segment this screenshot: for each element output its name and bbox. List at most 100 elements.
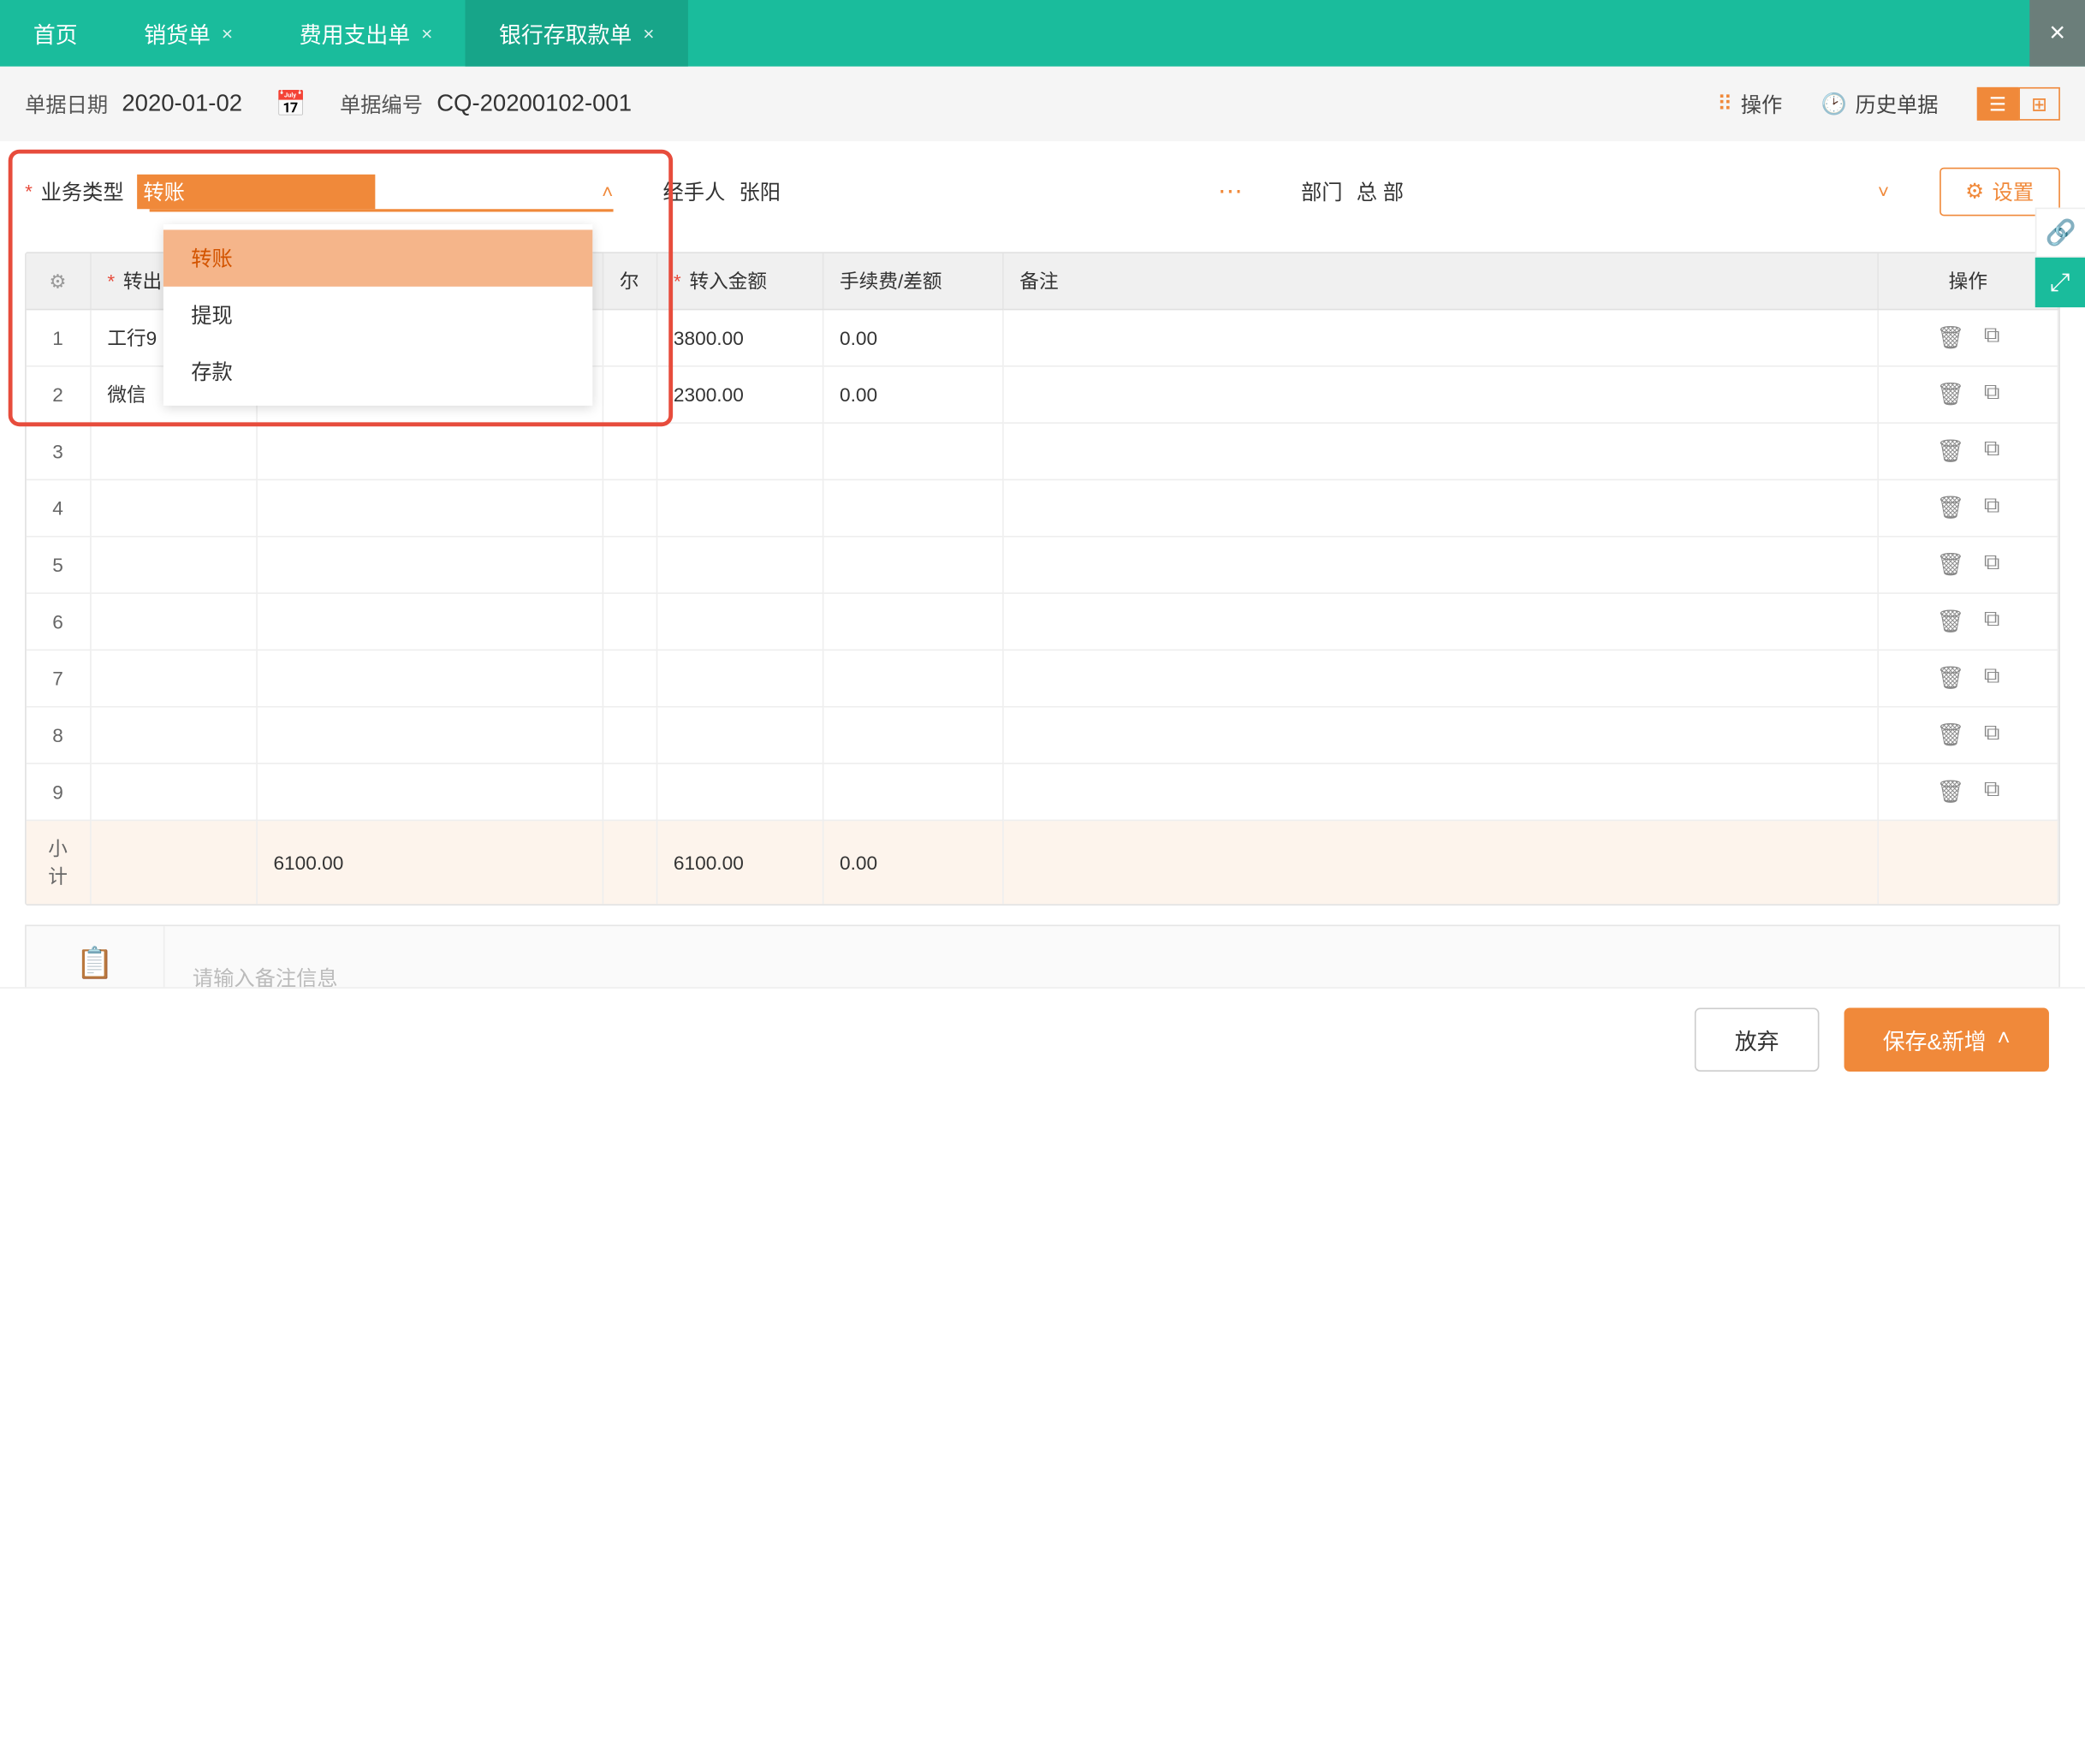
- delete-row-icon[interactable]: 🗑: [1936, 722, 1964, 749]
- table-row[interactable]: 7🗑⧉: [27, 650, 2058, 706]
- copy-row-icon[interactable]: ⧉: [1984, 778, 2000, 805]
- cell-out-acct[interactable]: [90, 479, 256, 536]
- delete-row-icon[interactable]: 🗑: [1936, 608, 1964, 635]
- cell-remark[interactable]: [1002, 593, 1878, 650]
- close-icon[interactable]: ×: [643, 22, 654, 45]
- cell-fee[interactable]: [823, 479, 1002, 536]
- cell-in-acct[interactable]: [603, 763, 656, 820]
- cell-out-amt[interactable]: [256, 479, 602, 536]
- dept-value[interactable]: 总 部: [1357, 176, 1878, 205]
- table-row[interactable]: 3🗑⧉: [27, 423, 2058, 479]
- cell-in-amt[interactable]: [656, 650, 823, 706]
- cell-remark[interactable]: [1002, 763, 1878, 820]
- save-add-button[interactable]: 保存&新增˄: [1844, 1008, 2048, 1072]
- dropdown-option-withdraw[interactable]: 提现: [163, 287, 592, 343]
- cell-remark[interactable]: [1002, 366, 1878, 423]
- delete-row-icon[interactable]: 🗑: [1936, 551, 1964, 579]
- tab-expense[interactable]: 费用支出单×: [266, 0, 466, 67]
- cell-remark[interactable]: [1002, 707, 1878, 763]
- more-icon[interactable]: ⋯: [1218, 176, 1245, 205]
- cell-out-amt[interactable]: [256, 707, 602, 763]
- table-row[interactable]: 5🗑⧉: [27, 537, 2058, 593]
- cell-out-acct[interactable]: [90, 593, 256, 650]
- attachment-button[interactable]: 🔗: [2035, 208, 2085, 258]
- delete-row-icon[interactable]: 🗑: [1936, 324, 1964, 352]
- cell-in-amt[interactable]: [656, 537, 823, 593]
- copy-row-icon[interactable]: ⧉: [1984, 437, 2000, 465]
- calendar-icon[interactable]: 📅: [276, 89, 306, 118]
- cell-fee[interactable]: 0.00: [823, 366, 1002, 423]
- dropdown-option-transfer[interactable]: 转账: [163, 230, 592, 287]
- copy-row-icon[interactable]: ⧉: [1984, 324, 2000, 352]
- ops-menu[interactable]: ⠿操作: [1717, 89, 1782, 118]
- delete-row-icon[interactable]: 🗑: [1936, 437, 1964, 465]
- cell-in-acct[interactable]: [603, 593, 656, 650]
- cell-out-amt[interactable]: [256, 593, 602, 650]
- cell-in-acct[interactable]: [603, 479, 656, 536]
- expand-button[interactable]: ⤢: [2035, 258, 2085, 307]
- cell-in-amt[interactable]: [656, 763, 823, 820]
- delete-row-icon[interactable]: 🗑: [1936, 664, 1964, 692]
- cell-in-acct[interactable]: [603, 650, 656, 706]
- cell-remark[interactable]: [1002, 423, 1878, 479]
- cell-in-acct[interactable]: [603, 366, 656, 423]
- cell-remark[interactable]: [1002, 479, 1878, 536]
- cell-in-amt[interactable]: [656, 479, 823, 536]
- cell-fee[interactable]: 0.00: [823, 310, 1002, 366]
- handler-value[interactable]: 张阳: [740, 176, 1218, 205]
- cell-fee[interactable]: [823, 650, 1002, 706]
- table-row[interactable]: 6🗑⧉: [27, 593, 2058, 650]
- cell-out-amt[interactable]: [256, 763, 602, 820]
- cell-out-amt[interactable]: [256, 423, 602, 479]
- view-list-button[interactable]: ☰: [1977, 87, 2019, 121]
- cell-in-acct[interactable]: [603, 423, 656, 479]
- copy-row-icon[interactable]: ⧉: [1984, 381, 2000, 408]
- tab-home[interactable]: 首页: [0, 0, 110, 67]
- cell-fee[interactable]: [823, 593, 1002, 650]
- copy-row-icon[interactable]: ⧉: [1984, 664, 2000, 692]
- close-icon[interactable]: ×: [421, 22, 432, 45]
- cell-remark[interactable]: [1002, 310, 1878, 366]
- close-icon[interactable]: ×: [222, 22, 233, 45]
- cell-in-acct[interactable]: [603, 537, 656, 593]
- cell-in-amt[interactable]: 2300.00: [656, 366, 823, 423]
- cell-in-amt[interactable]: [656, 707, 823, 763]
- cell-remark[interactable]: [1002, 537, 1878, 593]
- cell-out-acct[interactable]: [90, 763, 256, 820]
- tab-sales[interactable]: 销货单×: [110, 0, 265, 67]
- cell-out-acct[interactable]: [90, 707, 256, 763]
- cell-in-amt[interactable]: [656, 593, 823, 650]
- discard-button[interactable]: 放弃: [1695, 1008, 1820, 1072]
- cell-in-amt[interactable]: 3800.00: [656, 310, 823, 366]
- table-row[interactable]: 8🗑⧉: [27, 707, 2058, 763]
- chevron-up-icon[interactable]: ˄: [602, 180, 613, 202]
- cell-in-acct[interactable]: [603, 707, 656, 763]
- cell-out-acct[interactable]: [90, 650, 256, 706]
- cell-in-acct[interactable]: [603, 310, 656, 366]
- copy-row-icon[interactable]: ⧉: [1984, 551, 2000, 579]
- view-grid-button[interactable]: ⊞: [2018, 87, 2060, 121]
- copy-row-icon[interactable]: ⧉: [1984, 722, 2000, 749]
- table-row[interactable]: 9🗑⧉: [27, 763, 2058, 820]
- tab-bank[interactable]: 银行存取款单×: [466, 0, 687, 67]
- close-panel-button[interactable]: ×: [2029, 0, 2085, 67]
- date-value[interactable]: 2020-01-02: [122, 90, 242, 117]
- delete-row-icon[interactable]: 🗑: [1936, 778, 1964, 805]
- history-button[interactable]: 🕑历史单据: [1821, 89, 1939, 118]
- cell-out-acct[interactable]: [90, 537, 256, 593]
- dropdown-option-deposit[interactable]: 存款: [163, 343, 592, 400]
- copy-row-icon[interactable]: ⧉: [1984, 608, 2000, 635]
- gear-header[interactable]: ⚙: [27, 253, 90, 310]
- delete-row-icon[interactable]: 🗑: [1936, 494, 1964, 521]
- cell-fee[interactable]: [823, 423, 1002, 479]
- copy-row-icon[interactable]: ⧉: [1984, 494, 2000, 521]
- cell-out-amt[interactable]: [256, 650, 602, 706]
- cell-fee[interactable]: [823, 707, 1002, 763]
- cell-out-acct[interactable]: [90, 423, 256, 479]
- delete-row-icon[interactable]: 🗑: [1936, 381, 1964, 408]
- table-row[interactable]: 4🗑⧉: [27, 479, 2058, 536]
- cell-fee[interactable]: [823, 537, 1002, 593]
- cell-out-amt[interactable]: [256, 537, 602, 593]
- chevron-down-icon[interactable]: ˅: [1878, 180, 1889, 202]
- cell-remark[interactable]: [1002, 650, 1878, 706]
